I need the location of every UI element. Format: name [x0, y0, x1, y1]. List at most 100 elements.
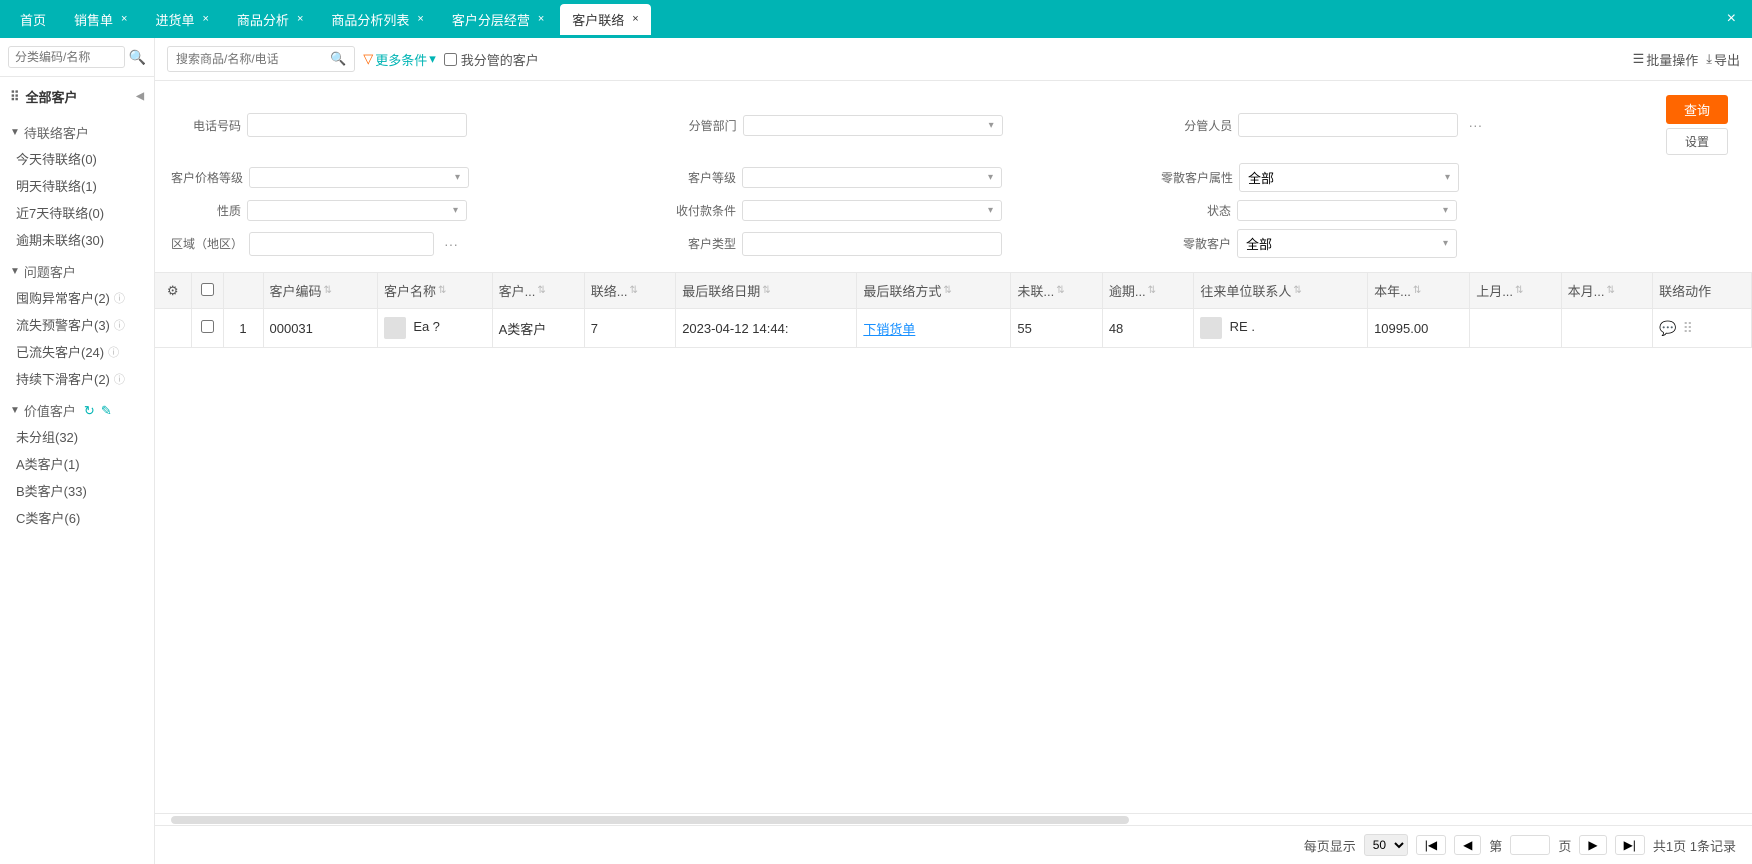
region-more-icon[interactable]: ···	[444, 236, 458, 252]
row-no-cell: 1	[223, 309, 263, 348]
horizontal-scrollbar[interactable]	[155, 813, 1752, 825]
region-input[interactable]	[249, 232, 434, 256]
chat-icon[interactable]: 💬	[1659, 320, 1676, 337]
col-type: 客户... ⇅	[492, 273, 584, 309]
sidebar-search-input[interactable]	[8, 46, 125, 68]
close-tab-sales[interactable]: ×	[121, 13, 127, 25]
sidebar-item-churned[interactable]: 已流失客户(24) ⓘ	[0, 338, 154, 365]
scrollbar-thumb[interactable]	[171, 816, 1129, 824]
nav-tab-analysis-list[interactable]: 商品分析列表 ×	[319, 4, 435, 35]
sidebar-problem-title[interactable]: ▼ 问题客户	[0, 257, 154, 284]
nav-home[interactable]: 首页	[8, 4, 58, 35]
sparse-attr-label: 零散客户属性	[1161, 169, 1233, 186]
contact-sort-icon[interactable]: ⇅	[630, 285, 638, 296]
last-date-sort-icon[interactable]: ⇅	[762, 285, 770, 296]
sidebar-value-title[interactable]: ▼ 价值客户 ↻ ✎	[0, 396, 154, 423]
customer-grade-select[interactable]: ▾	[742, 167, 1002, 188]
sparse-attr-select[interactable]: 全部 ▾	[1239, 163, 1459, 192]
name-sort-icon[interactable]: ⇅	[438, 285, 446, 296]
row-action-cell: 💬 ⠿	[1653, 309, 1752, 348]
last-method-sort-icon[interactable]: ⇅	[943, 285, 951, 296]
filter-search-icon[interactable]: 🔍	[330, 51, 346, 67]
nav-tab-sales[interactable]: 销售单 ×	[62, 4, 139, 35]
overdue-sort-icon[interactable]: ⇅	[1148, 285, 1156, 296]
sidebar-item-declining[interactable]: 持续下滑客户(2) ⓘ	[0, 365, 154, 392]
sidebar-pending-title[interactable]: ▼ 待联络客户	[0, 118, 154, 145]
sidebar-all-customers-header[interactable]: ⠿ 全部客户 ◀	[0, 81, 154, 112]
batch-ops-btn[interactable]: ☰ 批量操作	[1633, 50, 1699, 69]
filter-search-input[interactable]	[176, 52, 326, 66]
filter-btn-group: 查询 设置	[1658, 95, 1736, 155]
code-sort-icon[interactable]: ⇅	[324, 285, 332, 296]
filter-row-2: 客户价格等级 ▾ 客户等级 ▾ 零散客户属性 全部	[171, 159, 1736, 196]
row-checkbox[interactable]	[201, 320, 214, 333]
sidebar-item-hoarding[interactable]: 囤购异常客户(2) ⓘ	[0, 284, 154, 311]
edit-icon[interactable]: ✎	[101, 403, 112, 419]
last-month-sort-icon[interactable]: ⇅	[1515, 285, 1523, 296]
query-button[interactable]: 查询	[1666, 95, 1728, 124]
my-customers-checkbox[interactable]: 我分管的客户	[444, 50, 539, 69]
refresh-icon[interactable]: ↻	[84, 403, 95, 419]
this-month-sort-icon[interactable]: ⇅	[1607, 285, 1615, 296]
page-input[interactable]: 1	[1510, 835, 1550, 855]
region-label: 区域（地区）	[171, 235, 243, 252]
sidebar-item-overdue[interactable]: 逾期未联络(30)	[0, 226, 154, 253]
close-tab-analysis-list[interactable]: ×	[417, 13, 423, 25]
nature-select[interactable]: ▾	[247, 200, 467, 221]
export-btn[interactable]: ⤓ 导出	[1706, 50, 1740, 69]
sidebar-item-tomorrow[interactable]: 明天待联络(1)	[0, 172, 154, 199]
sidebar-item-class-c[interactable]: C类客户(6)	[0, 504, 154, 531]
nav-tab-segment[interactable]: 客户分层经营 ×	[440, 4, 556, 35]
nav-tab-contact[interactable]: 客户联络 ×	[560, 4, 650, 35]
filter-region: 区域（地区） ···	[171, 232, 658, 256]
sidebar-item-unclassified[interactable]: 未分组(32)	[0, 423, 154, 450]
nature-label: 性质	[171, 202, 241, 219]
close-tab-purchase[interactable]: ×	[202, 13, 208, 25]
phone-input[interactable]	[247, 113, 467, 137]
prev-page-btn[interactable]: ◀	[1454, 835, 1481, 855]
settings-icon[interactable]: ⚙	[167, 283, 179, 298]
select-all-checkbox[interactable]	[201, 283, 214, 296]
row-last-month-cell	[1470, 309, 1561, 348]
churned-info-icon: ⓘ	[108, 344, 119, 360]
payment-select[interactable]: ▾	[742, 200, 1002, 221]
sidebar-item-class-b[interactable]: B类客户(33)	[0, 477, 154, 504]
sidebar-item-today[interactable]: 今天待联络(0)	[0, 145, 154, 172]
sidebar-item-class-a[interactable]: A类客户(1)	[0, 450, 154, 477]
sidebar-item-7days[interactable]: 近7天待联络(0)	[0, 199, 154, 226]
first-page-btn[interactable]: |◀	[1416, 835, 1446, 855]
type-sort-icon[interactable]: ⇅	[537, 285, 545, 296]
no-contact-sort-icon[interactable]: ⇅	[1056, 285, 1064, 296]
close-all-tabs[interactable]: ×	[1719, 10, 1744, 28]
unit-contact-sort-icon[interactable]: ⇅	[1293, 285, 1301, 296]
col-check	[191, 273, 223, 309]
manager-more-icon[interactable]: ···	[1468, 117, 1482, 133]
close-tab-analysis[interactable]: ×	[297, 13, 303, 25]
last-page-btn[interactable]: ▶|	[1615, 835, 1645, 855]
close-tab-contact[interactable]: ×	[632, 13, 638, 25]
settings-button[interactable]: 设置	[1666, 128, 1728, 155]
last-method-link[interactable]: 下销货单	[863, 322, 915, 337]
this-year-sort-icon[interactable]: ⇅	[1413, 285, 1421, 296]
sparse-customer-select[interactable]: 全部 ▾	[1237, 229, 1457, 258]
nav-tab-purchase[interactable]: 进货单 ×	[143, 4, 220, 35]
manager-input[interactable]	[1238, 113, 1458, 137]
more-conditions-btn[interactable]: ▽ 更多条件 ▾	[363, 50, 436, 69]
customer-type-input[interactable]	[742, 232, 1002, 256]
dept-select[interactable]: ▾	[743, 115, 1003, 136]
sidebar-collapse-btn[interactable]: ◀	[136, 91, 144, 102]
customer-grade-arrow-icon: ▾	[988, 172, 993, 183]
nav-tab-analysis[interactable]: 商品分析 ×	[225, 4, 315, 35]
close-tab-segment[interactable]: ×	[538, 13, 544, 25]
sidebar-item-churn-warning[interactable]: 流失预警客户(3) ⓘ	[0, 311, 154, 338]
next-page-btn[interactable]: ▶	[1579, 835, 1606, 855]
price-grade-select[interactable]: ▾	[249, 167, 469, 188]
qr-icon[interactable]: ⠿	[1683, 320, 1693, 337]
status-arrow-icon: ▾	[1443, 205, 1448, 216]
status-select[interactable]: ▾	[1237, 200, 1457, 221]
my-customers-check-input[interactable]	[444, 53, 457, 66]
row-name-cell: Ea ?	[378, 309, 493, 348]
sidebar-search-icon[interactable]: 🔍	[129, 49, 146, 66]
per-page-select[interactable]: 50	[1364, 834, 1408, 856]
unit-contact-avatar	[1200, 317, 1222, 339]
